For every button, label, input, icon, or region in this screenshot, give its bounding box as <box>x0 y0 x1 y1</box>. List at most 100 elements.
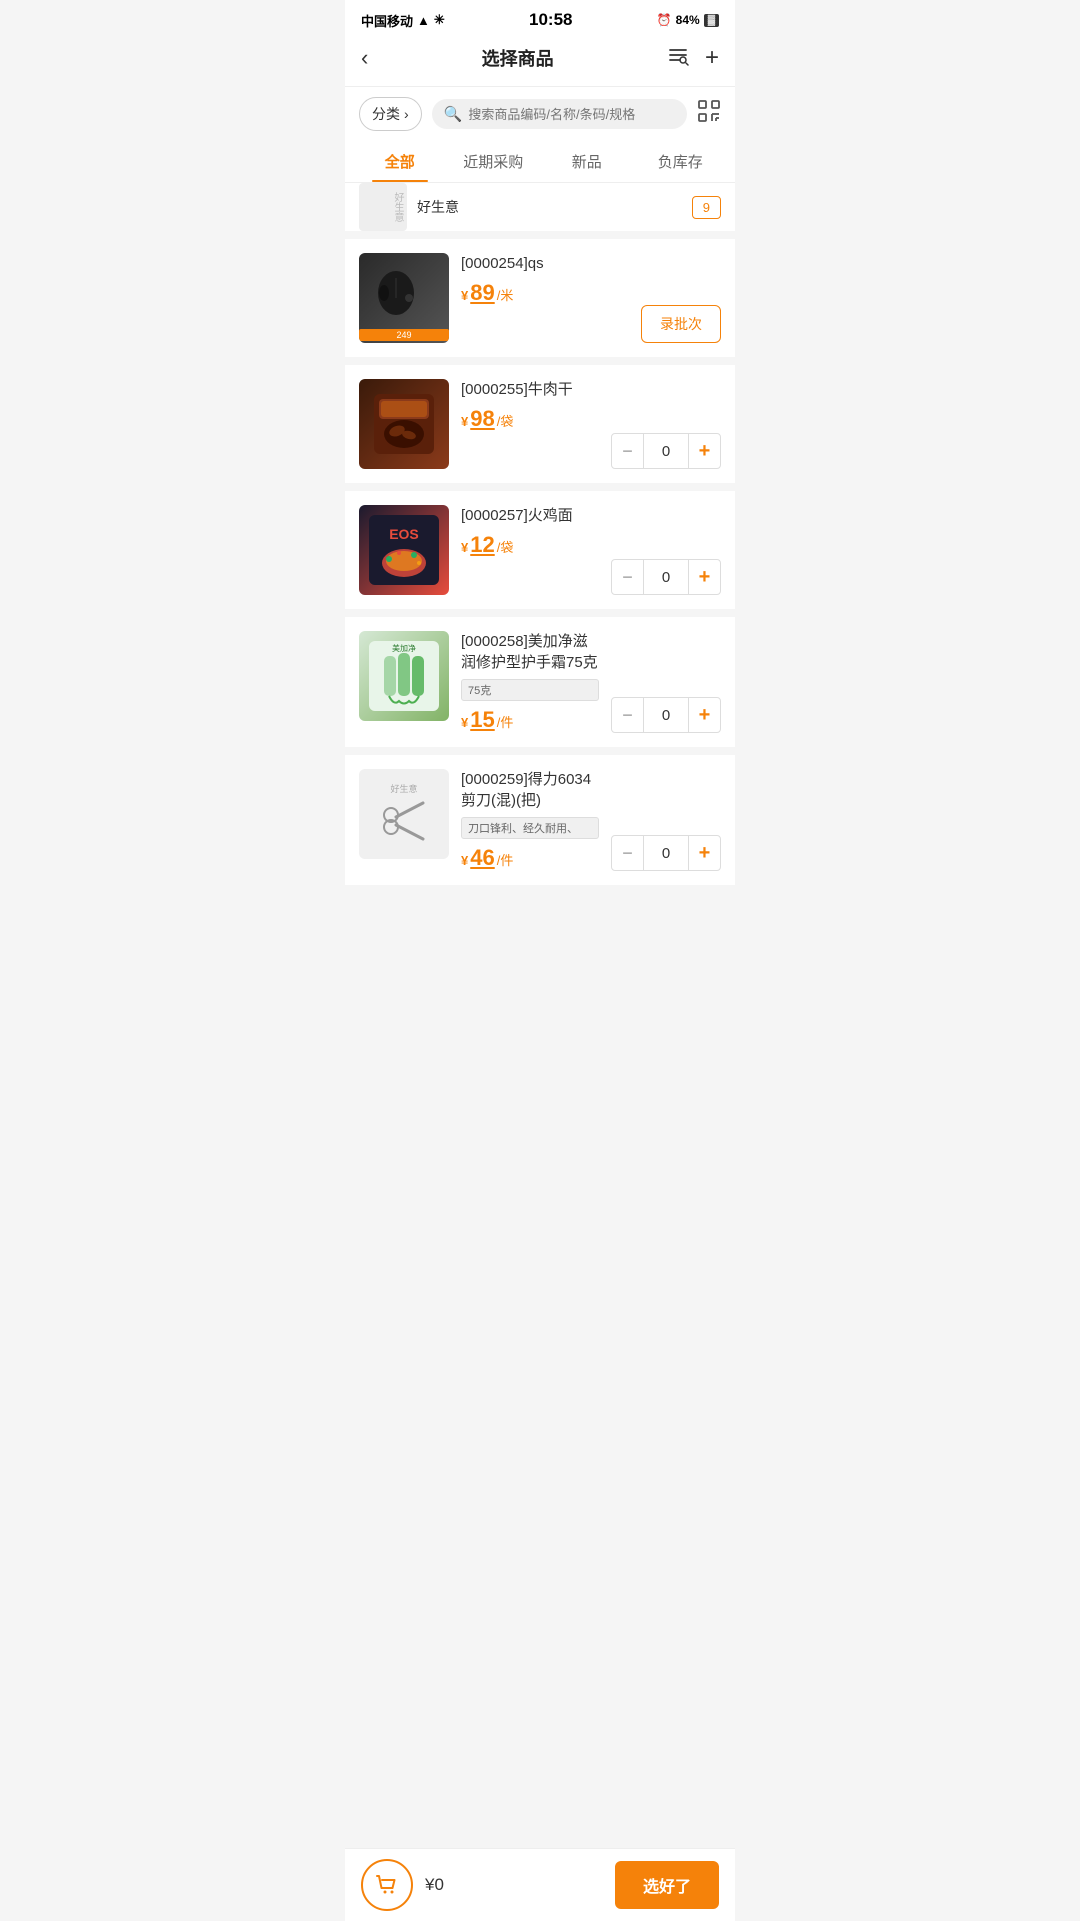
category-chevron-icon: › <box>404 106 409 122</box>
quantity-control: − 0 + <box>611 835 721 871</box>
product-list: 249 [0000254]qs ¥ 89 /米 录批次 <box>345 239 735 885</box>
product-badge: 249 <box>359 329 449 341</box>
product-thumbnail <box>359 379 449 469</box>
price-unit: /袋 <box>497 537 514 556</box>
product-action: − 0 + <box>611 559 721 595</box>
tab-negative[interactable]: 负库存 <box>634 141 728 182</box>
header: ‹ 选择商品 + <box>345 34 735 87</box>
list-item: EOS [0000257]火鸡面 ¥ 12 /袋 − 0 + <box>345 491 735 609</box>
status-right: ⏰ 84% ▓ <box>657 13 719 27</box>
price-symbol: ¥ <box>461 853 468 868</box>
product-name: [0000257]火鸡面 <box>461 505 599 526</box>
quantity-plus-button[interactable]: + <box>688 560 720 594</box>
list-item: [0000255]牛肉干 ¥ 98 /袋 − 0 + <box>345 365 735 483</box>
svg-text:EOS: EOS <box>389 526 419 542</box>
scan-icon[interactable] <box>697 99 721 129</box>
product-thumbnail: EOS <box>359 505 449 595</box>
product-action: − 0 + <box>611 433 721 469</box>
tab-new[interactable]: 新品 <box>540 141 634 182</box>
svg-text:美加净: 美加净 <box>392 643 416 653</box>
category-label: 分类 <box>372 104 400 124</box>
product-action: 录批次 <box>641 305 721 343</box>
quantity-control: − 0 + <box>611 697 721 733</box>
quantity-plus-button[interactable]: + <box>688 698 720 732</box>
header-right: + <box>667 44 719 72</box>
product-name: [0000258]美加净滋润修护型护手霜75克 <box>461 631 599 673</box>
price-symbol: ¥ <box>461 414 468 429</box>
header-left: ‹ <box>361 45 368 71</box>
partial-item: 好生意 好生意 9 <box>345 183 735 239</box>
category-button[interactable]: 分类 › <box>359 97 422 131</box>
price-symbol: ¥ <box>461 715 468 730</box>
status-left: 中国移动 ▲ ✳ <box>361 11 445 30</box>
wifi-icon: ▲ <box>417 13 430 28</box>
product-tag: 刀口锋利、经久耐用、 <box>461 817 599 839</box>
price-value: 98 <box>470 406 494 432</box>
cart-total: ¥0 <box>425 1875 444 1895</box>
search-area: 分类 › 🔍 <box>345 87 735 141</box>
search-icon: 🔍 <box>444 105 463 123</box>
price-unit: /件 <box>497 712 514 731</box>
product-tag: 75克 <box>461 679 599 701</box>
quantity-minus-button[interactable]: − <box>612 698 644 732</box>
status-time: 10:58 <box>529 10 572 30</box>
product-action: − 0 + <box>611 697 721 733</box>
price-value: 15 <box>470 707 494 733</box>
quantity-minus-button[interactable]: − <box>612 434 644 468</box>
product-content: [0000255]牛肉干 ¥ 98 /袋 <box>461 379 599 432</box>
product-thumbnail: 249 <box>359 253 449 343</box>
product-price: ¥ 46 /件 <box>461 845 599 871</box>
product-price: ¥ 89 /米 <box>461 280 629 306</box>
partial-action[interactable]: 9 <box>692 196 721 219</box>
battery-text: 84% <box>676 13 700 27</box>
cart-icon-button[interactable] <box>361 1859 413 1911</box>
back-button[interactable]: ‹ <box>361 45 368 71</box>
carrier-text: 中国移动 <box>361 11 413 30</box>
quantity-plus-button[interactable]: + <box>688 434 720 468</box>
quantity-control: − 0 + <box>611 433 721 469</box>
signal-icon: ✳ <box>434 12 445 28</box>
add-button[interactable]: + <box>705 44 719 72</box>
alarm-icon: ⏰ <box>657 13 672 27</box>
product-content: [0000254]qs ¥ 89 /米 <box>461 253 629 306</box>
battery-icon: ▓ <box>704 14 719 27</box>
tab-all[interactable]: 全部 <box>353 141 447 182</box>
partial-thumb: 好生意 <box>359 183 407 231</box>
price-value: 89 <box>470 280 494 306</box>
quantity-minus-button[interactable]: − <box>612 836 644 870</box>
product-thumbnail: 美加净 <box>359 631 449 721</box>
quantity-value: 0 <box>644 434 688 468</box>
search-input-wrap[interactable]: 🔍 <box>432 99 687 129</box>
price-unit: /件 <box>497 850 514 869</box>
product-price: ¥ 98 /袋 <box>461 406 599 432</box>
product-content: [0000257]火鸡面 ¥ 12 /袋 <box>461 505 599 558</box>
product-thumbnail: 好生意 <box>359 769 449 859</box>
quantity-value: 0 <box>644 836 688 870</box>
confirm-button[interactable]: 选好了 <box>615 1861 719 1909</box>
tabs-bar: 全部 近期采购 新品 负库存 <box>345 141 735 183</box>
price-unit: /米 <box>497 285 514 304</box>
filter-icon[interactable] <box>667 44 689 72</box>
price-value: 12 <box>470 532 494 558</box>
quantity-value: 0 <box>644 698 688 732</box>
list-item: 好生意 [0000259]得力6034剪刀(混)(把) 刀口锋利、经久耐用、 ¥… <box>345 755 735 885</box>
product-price: ¥ 15 /件 <box>461 707 599 733</box>
product-content: [0000259]得力6034剪刀(混)(把) 刀口锋利、经久耐用、 ¥ 46 … <box>461 769 599 871</box>
price-symbol: ¥ <box>461 540 468 555</box>
list-item: 美加净 [0000258]美加净滋润修护型护手霜75克 75克 ¥ 15 /件 … <box>345 617 735 747</box>
product-name: [0000259]得力6034剪刀(混)(把) <box>461 769 599 811</box>
product-content: [0000258]美加净滋润修护型护手霜75克 75克 ¥ 15 /件 <box>461 631 599 733</box>
quantity-minus-button[interactable]: − <box>612 560 644 594</box>
quantity-plus-button[interactable]: + <box>688 836 720 870</box>
partial-name: 好生意 <box>417 197 459 217</box>
quantity-control: − 0 + <box>611 559 721 595</box>
tab-recent[interactable]: 近期采购 <box>447 141 541 182</box>
search-input[interactable] <box>468 107 675 122</box>
product-price: ¥ 12 /袋 <box>461 532 599 558</box>
list-item: 249 [0000254]qs ¥ 89 /米 录批次 <box>345 239 735 357</box>
page-title: 选择商品 <box>482 45 554 71</box>
batch-button[interactable]: 录批次 <box>641 305 721 343</box>
product-name: [0000255]牛肉干 <box>461 379 599 400</box>
quantity-value: 0 <box>644 560 688 594</box>
price-value: 46 <box>470 845 494 871</box>
